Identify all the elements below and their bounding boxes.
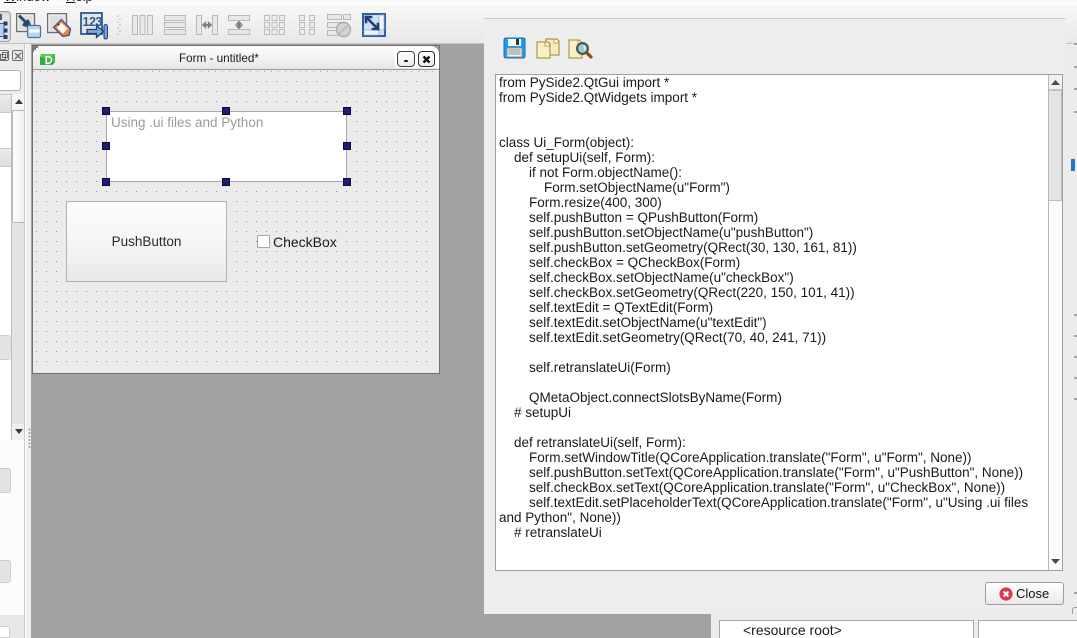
svg-text:123: 123 [83,15,103,29]
